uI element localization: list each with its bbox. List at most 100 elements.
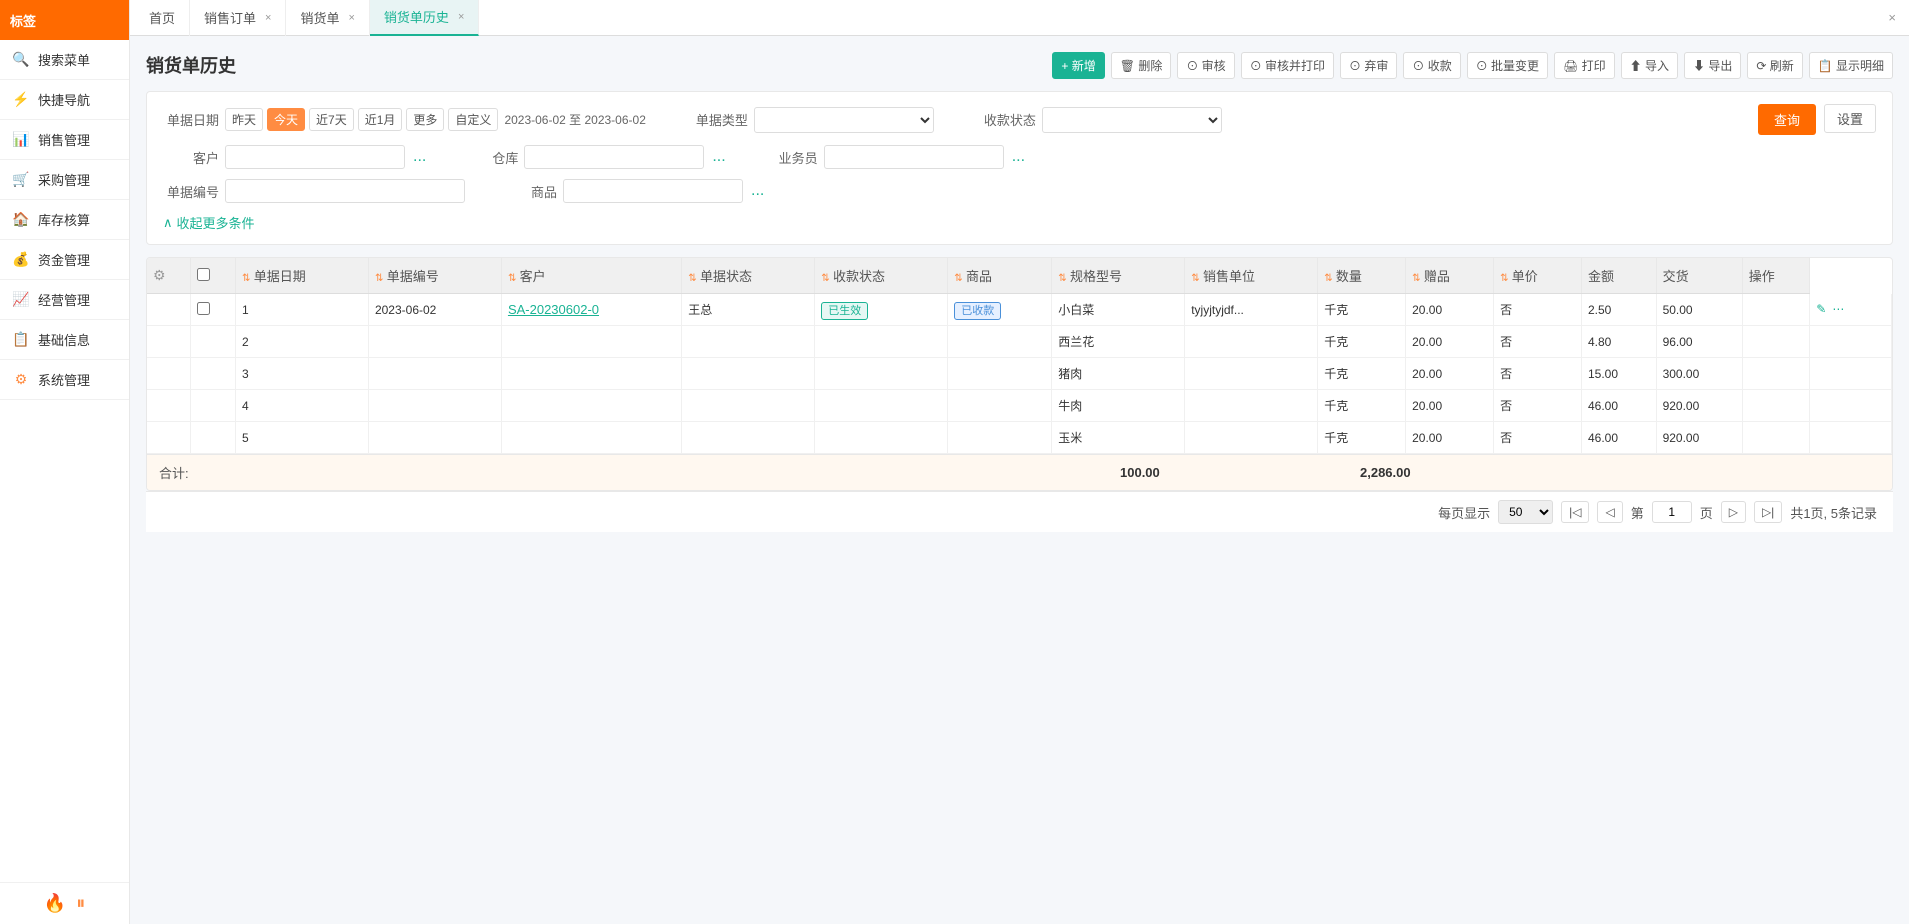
sidebar-item-sales-mgmt[interactable]: 📊 销售管理 (0, 120, 129, 160)
next-page-button[interactable]: ▷ (1721, 501, 1746, 523)
row-doc-no[interactable] (501, 422, 681, 454)
sidebar-item-label: 资金管理 (38, 250, 90, 269)
row-doc-no[interactable] (501, 326, 681, 358)
sidebar-item-search-menu[interactable]: 🔍 搜索菜单 (0, 40, 129, 80)
more-action-link[interactable]: ⋯ (1832, 302, 1844, 316)
column-settings-icon[interactable]: ⚙ (153, 267, 166, 283)
batch-change-button[interactable]: ⊙ 批量变更 (1467, 52, 1548, 79)
row-action-cell (1810, 358, 1892, 390)
select-all-checkbox[interactable] (197, 268, 210, 281)
sidebar-item-sys-mgmt[interactable]: ⚙ 系统管理 (0, 360, 129, 400)
row-gift: 否 (1494, 422, 1582, 454)
sidebar-item-inventory-calc[interactable]: 🏠 库存核算 (0, 200, 129, 240)
sort-icon: ⇅ (1191, 273, 1199, 284)
row-spec (1185, 422, 1318, 454)
goods-input[interactable] (563, 179, 743, 203)
row-delivery (1742, 390, 1810, 422)
date-btn-1month[interactable]: 近1月 (358, 108, 403, 131)
goods-dots[interactable]: ... (751, 182, 764, 200)
sidebar-item-ops-mgmt[interactable]: 📈 经营管理 (0, 280, 129, 320)
new-button[interactable]: + 新增 (1052, 52, 1104, 79)
set-button[interactable]: 设置 (1824, 104, 1876, 133)
tab-home[interactable]: 首页 (135, 0, 190, 36)
sidebar-item-label: 基础信息 (38, 330, 90, 349)
row-doc-no[interactable] (501, 358, 681, 390)
doc-no-link[interactable]: SA-20230602-0 (508, 302, 599, 317)
per-page-select[interactable]: 50 10 20 100 (1498, 500, 1553, 524)
money-icon: 💰 (12, 251, 30, 269)
customer-input[interactable] (225, 145, 405, 169)
page-suffix-label: 页 (1700, 503, 1713, 522)
doc-type-select[interactable] (754, 107, 934, 133)
row-unit: 千克 (1318, 390, 1406, 422)
sidebar-item-basic-info[interactable]: 📋 基础信息 (0, 320, 129, 360)
close-tab-sales-history[interactable]: × (458, 11, 464, 23)
abandon-button[interactable]: ⊙ 弃审 (1340, 52, 1397, 79)
clipboard-icon: 📋 (12, 331, 30, 349)
close-all-icon[interactable]: × (1888, 10, 1896, 25)
delete-button[interactable]: 🗑 删除 (1111, 52, 1172, 79)
staff-input[interactable] (824, 145, 1004, 169)
print-button[interactable]: 🖨 打印 (1554, 52, 1615, 79)
query-button[interactable]: 查询 (1758, 104, 1816, 135)
warehouse-input[interactable] (524, 145, 704, 169)
sidebar-item-finance-mgmt[interactable]: 💰 资金管理 (0, 240, 129, 280)
filter-row-1: 单据日期 昨天 今天 近7天 近1月 更多 自定义 2023-06-02 至 2… (163, 104, 1876, 135)
date-btn-yesterday[interactable]: 昨天 (225, 108, 263, 131)
sidebar-item-quick-nav[interactable]: ⚡ 快捷导航 (0, 80, 129, 120)
row-collect-status (948, 390, 1052, 422)
date-btn-7days[interactable]: 近7天 (309, 108, 354, 131)
row-index: 1 (235, 294, 368, 326)
fire-icon[interactable]: 🔥 (44, 893, 66, 914)
tab-sales-history[interactable]: 销货单历史 × (370, 0, 479, 36)
row-doc-no[interactable] (501, 390, 681, 422)
warehouse-dots[interactable]: ... (712, 148, 725, 166)
filter-collect-status: 收款状态 (980, 107, 1222, 133)
row-checkbox[interactable] (197, 302, 210, 315)
table-row: 2西兰花千克20.00否4.8096.00 (147, 326, 1892, 358)
audit-print-button[interactable]: ⊙ 审核并打印 (1241, 52, 1334, 79)
pause-icon[interactable]: ⏸ (76, 893, 85, 914)
collect-button[interactable]: ⊙ 收款 (1403, 52, 1460, 79)
row-checkbox-cell (190, 390, 235, 422)
row-unit: 千克 (1318, 326, 1406, 358)
edit-action-link[interactable]: ✎ (1816, 302, 1826, 316)
close-tab-sales-order[interactable]: × (265, 12, 271, 24)
staff-dots[interactable]: ... (1012, 148, 1025, 166)
cart-icon: 🛒 (12, 171, 30, 189)
action-col-header: 操作 (1742, 258, 1810, 294)
tab-sales-slip[interactable]: 销货单 × (286, 0, 369, 36)
close-tab-sales-slip[interactable]: × (348, 12, 354, 24)
page-prefix-label: 第 (1631, 503, 1644, 522)
date-btn-today[interactable]: 今天 (267, 108, 305, 131)
show-detail-button[interactable]: 📋 显示明细 (1809, 52, 1893, 79)
row-goods: 牛肉 (1052, 390, 1185, 422)
audit-button[interactable]: ⊙ 审核 (1177, 52, 1234, 79)
row-checkbox-cell (190, 358, 235, 390)
sidebar-bottom-actions: 🔥 ⏸ (0, 882, 129, 924)
row-action-cell (1810, 422, 1892, 454)
import-button[interactable]: ⬆ 导入 (1621, 52, 1678, 79)
first-page-button[interactable]: |◁ (1561, 501, 1589, 523)
customer-dots[interactable]: ... (413, 148, 426, 166)
page-number-input[interactable] (1652, 501, 1692, 523)
last-page-button[interactable]: ▷| (1754, 501, 1782, 523)
row-checkbox-cell (190, 422, 235, 454)
collect-status-select[interactable] (1042, 107, 1222, 133)
prev-page-button[interactable]: ◁ (1597, 501, 1622, 523)
sidebar-item-purchase-mgmt[interactable]: 🛒 采购管理 (0, 160, 129, 200)
export-button[interactable]: ⬇ 导出 (1684, 52, 1741, 79)
row-action-cell (1810, 326, 1892, 358)
date-btn-custom[interactable]: 自定义 (448, 108, 498, 131)
doc-no-input[interactable] (225, 179, 465, 203)
unit-col-header: ⇅ 销售单位 (1185, 258, 1318, 294)
date-btn-more[interactable]: 更多 (406, 108, 444, 131)
date-range-text: 2023-06-02 至 2023-06-02 (504, 111, 645, 128)
refresh-button[interactable]: ⟳ 刷新 (1747, 52, 1802, 79)
row-doc-no[interactable]: SA-20230602-0 (501, 294, 681, 326)
row-doc-status: 已生效 (815, 294, 948, 326)
chevron-up-icon: ∧ (163, 215, 173, 231)
collect-badge: 已收款 (954, 302, 1001, 320)
tab-sales-order[interactable]: 销售订单 × (190, 0, 286, 36)
collapse-button[interactable]: ∧ 收起更多条件 (163, 213, 1876, 232)
